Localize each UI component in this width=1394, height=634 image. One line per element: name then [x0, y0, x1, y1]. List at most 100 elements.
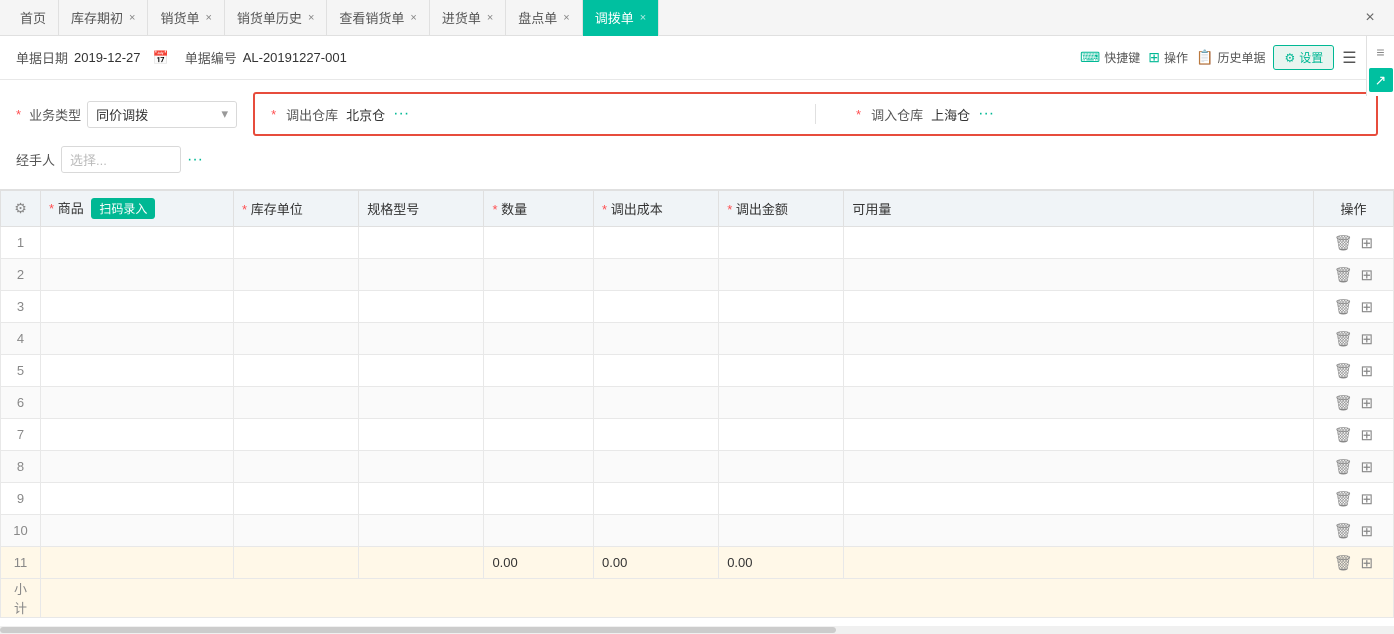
cell-unit[interactable]	[234, 323, 359, 355]
tab-inventory-init[interactable]: 库存期初 ×	[59, 0, 148, 36]
delete-row-button[interactable]: 🗑	[1334, 394, 1353, 412]
cell-quantity[interactable]	[484, 483, 594, 515]
tab-close-sales-history[interactable]: ×	[308, 12, 314, 24]
cell-quantity[interactable]	[484, 227, 594, 259]
copy-row-button[interactable]: ⊞	[1361, 394, 1374, 412]
right-panel-export-btn[interactable]: ↗	[1369, 68, 1393, 92]
list-view-button[interactable]: ☰	[1342, 48, 1356, 68]
cell-available[interactable]	[844, 515, 1314, 547]
cell-amount[interactable]	[719, 451, 844, 483]
copy-row-button[interactable]: ⊞	[1361, 426, 1374, 444]
copy-row-button[interactable]: ⊞	[1361, 458, 1374, 476]
cell-available[interactable]	[844, 259, 1314, 291]
copy-row-button[interactable]: ⊞	[1361, 490, 1374, 508]
cell-unit[interactable]	[234, 515, 359, 547]
cell-quantity[interactable]	[484, 515, 594, 547]
delete-row-button[interactable]: 🗑	[1334, 234, 1353, 252]
subtotal-spec-cell[interactable]	[359, 547, 484, 579]
cell-available[interactable]	[844, 291, 1314, 323]
col-settings[interactable]: ⚙	[1, 191, 41, 227]
cell-product[interactable]	[41, 451, 234, 483]
cell-product[interactable]	[41, 355, 234, 387]
cell-spec[interactable]	[359, 483, 484, 515]
cell-amount[interactable]	[719, 259, 844, 291]
scan-button[interactable]: 扫码录入	[91, 198, 155, 219]
cell-quantity[interactable]	[484, 419, 594, 451]
table-container[interactable]: ⚙ * 商品 扫码录入 * 库存单位 规格型号	[0, 189, 1394, 626]
cell-amount[interactable]	[719, 419, 844, 451]
settings-button[interactable]: ⚙ 设置	[1273, 45, 1334, 70]
tab-transfer[interactable]: 调拨单 ×	[583, 0, 659, 36]
tab-purchase-order[interactable]: 进货单 ×	[430, 0, 506, 36]
copy-row-button[interactable]: ⊞	[1361, 234, 1374, 252]
cell-amount[interactable]	[719, 355, 844, 387]
cell-spec[interactable]	[359, 259, 484, 291]
cell-product[interactable]	[41, 227, 234, 259]
cell-amount[interactable]	[719, 323, 844, 355]
cell-spec[interactable]	[359, 515, 484, 547]
delete-row-button[interactable]: 🗑	[1334, 458, 1353, 476]
tab-sales-order[interactable]: 销货单 ×	[148, 0, 224, 36]
operations-button[interactable]: ⊞ 操作	[1148, 49, 1188, 66]
delete-row-button[interactable]: 🗑	[1334, 522, 1353, 540]
cell-unit[interactable]	[234, 387, 359, 419]
cell-product[interactable]	[41, 483, 234, 515]
delete-row-button[interactable]: 🗑	[1334, 266, 1353, 284]
cell-available[interactable]	[844, 451, 1314, 483]
cell-cost[interactable]	[594, 515, 719, 547]
cell-available[interactable]	[844, 227, 1314, 259]
cell-cost[interactable]	[594, 419, 719, 451]
delete-row-button[interactable]: 🗑	[1334, 330, 1353, 348]
subtotal-unit-cell[interactable]	[234, 547, 359, 579]
cell-spec[interactable]	[359, 323, 484, 355]
cell-cost[interactable]	[594, 291, 719, 323]
cell-product[interactable]	[41, 515, 234, 547]
cell-amount[interactable]	[719, 291, 844, 323]
tab-sales-history[interactable]: 销货单历史 ×	[225, 0, 327, 36]
cell-spec[interactable]	[359, 291, 484, 323]
copy-row-button[interactable]: ⊞	[1361, 266, 1374, 284]
cell-cost[interactable]	[594, 387, 719, 419]
cell-product[interactable]	[41, 387, 234, 419]
cell-spec[interactable]	[359, 355, 484, 387]
cell-quantity[interactable]	[484, 291, 594, 323]
tab-inventory-check[interactable]: 盘点单 ×	[506, 0, 582, 36]
cell-available[interactable]	[844, 419, 1314, 451]
person-select[interactable]: 选择...	[61, 146, 181, 173]
copy-row-button[interactable]: ⊞	[1361, 362, 1374, 380]
cell-product[interactable]	[41, 291, 234, 323]
cell-available[interactable]	[844, 323, 1314, 355]
cell-amount[interactable]	[719, 387, 844, 419]
tab-close-inventory-check[interactable]: ×	[563, 12, 569, 24]
copy-row-button[interactable]: ⊞	[1361, 554, 1374, 572]
source-warehouse-more-icon[interactable]: ···	[393, 105, 409, 123]
cell-amount[interactable]	[719, 227, 844, 259]
right-panel-list-btn[interactable]: ≡	[1369, 40, 1393, 64]
cell-unit[interactable]	[234, 451, 359, 483]
delete-row-button[interactable]: 🗑	[1334, 362, 1353, 380]
tab-close-sales-order[interactable]: ×	[205, 12, 211, 24]
cell-unit[interactable]	[234, 419, 359, 451]
horizontal-scrollbar[interactable]	[0, 626, 1394, 634]
delete-row-button[interactable]: 🗑	[1334, 490, 1353, 508]
window-close-button[interactable]: ×	[1354, 2, 1386, 34]
delete-row-button[interactable]: 🗑	[1334, 426, 1353, 444]
delete-row-button[interactable]: 🗑	[1334, 554, 1353, 572]
tab-view-sales[interactable]: 查看销货单 ×	[327, 0, 429, 36]
cell-product[interactable]	[41, 419, 234, 451]
tab-close-transfer[interactable]: ×	[640, 12, 646, 24]
copy-row-button[interactable]: ⊞	[1361, 298, 1374, 316]
tab-close-inventory-init[interactable]: ×	[129, 12, 135, 24]
scrollbar-thumb[interactable]	[0, 627, 836, 633]
cell-unit[interactable]	[234, 355, 359, 387]
cell-cost[interactable]	[594, 483, 719, 515]
cell-cost[interactable]	[594, 323, 719, 355]
shortcut-button[interactable]: ⌨ 快捷键	[1080, 49, 1140, 66]
cell-spec[interactable]	[359, 387, 484, 419]
cell-cost[interactable]	[594, 259, 719, 291]
table-gear-icon[interactable]: ⚙	[14, 200, 27, 216]
calendar-icon[interactable]: 📅	[153, 50, 169, 66]
delete-row-button[interactable]: 🗑	[1334, 298, 1353, 316]
cell-cost[interactable]	[594, 355, 719, 387]
cell-spec[interactable]	[359, 451, 484, 483]
